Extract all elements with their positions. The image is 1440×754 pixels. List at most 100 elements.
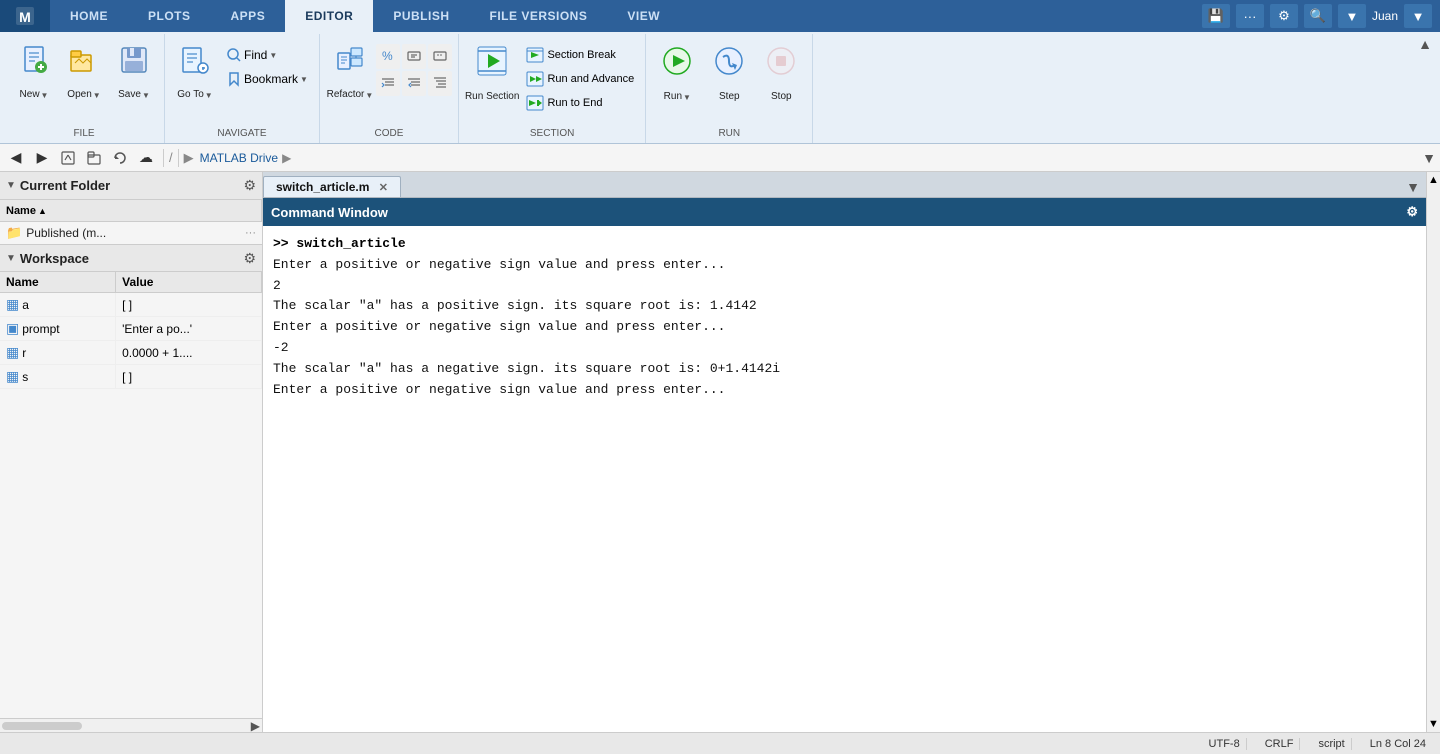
left-panel: ▼ Current Folder ⚙ Name ▲ 📁 Published (m… — [0, 172, 263, 732]
save-label-row[interactable]: Save ▼ — [118, 89, 150, 101]
run-button[interactable] — [652, 40, 702, 89]
outdent-btn[interactable] — [402, 71, 426, 96]
menu-bar: M HOME PLOTS APPS EDITOR PUBLISH FILE VE… — [0, 0, 1440, 32]
ribbon-collapse-btn[interactable]: ▲ — [1414, 34, 1436, 143]
stop-button[interactable] — [756, 40, 806, 89]
comment-btn[interactable] — [402, 44, 426, 69]
tab-apps[interactable]: APPS — [211, 0, 286, 32]
ws-var-value: [ ] — [116, 365, 262, 389]
refresh-btn[interactable] — [108, 147, 132, 169]
run-section-label: Run Section — [465, 91, 519, 103]
var-icon: ▣ — [6, 320, 19, 336]
goto-container: Go To ▼ — [171, 40, 219, 101]
command-line: The scalar "a" has a negative sign. its … — [273, 359, 1416, 380]
table-row[interactable]: ▦r 0.0000 + 1.... — [0, 341, 262, 365]
tab-close-icon[interactable]: ✕ — [379, 182, 388, 194]
tab-plots[interactable]: PLOTS — [128, 0, 211, 32]
ws-var-value: [ ] — [116, 293, 262, 317]
scroll-up-btn[interactable]: ▲ — [1427, 172, 1440, 186]
dropdown-btn[interactable]: ▼ — [1338, 4, 1366, 28]
name-col-header[interactable]: Name ▲ — [0, 200, 262, 221]
user-dropdown-btn[interactable]: ▼ — [1404, 4, 1432, 28]
tab-editor[interactable]: EDITOR — [285, 0, 373, 32]
ws-var-value: 'Enter a po...' — [116, 317, 262, 341]
table-row[interactable]: ▣prompt 'Enter a po...' — [0, 317, 262, 341]
refactor-button[interactable] — [326, 40, 374, 87]
editor-tab-switch-article[interactable]: switch_article.m ✕ — [263, 176, 401, 197]
open-label-row[interactable]: Open ▼ — [67, 89, 100, 101]
run-section-button[interactable] — [467, 40, 517, 89]
section-break-button[interactable]: Section Break — [521, 44, 639, 66]
folder-collapse-arrow[interactable]: ▼ — [6, 180, 16, 191]
new-icon — [19, 45, 49, 82]
run-dropdown-arrow: ▼ — [683, 93, 691, 102]
settings-btn[interactable]: ⚙ — [1270, 4, 1298, 28]
breadcrumb-drive[interactable]: MATLAB Drive — [200, 151, 278, 165]
refactor-label-row[interactable]: Refactor ▼ — [327, 89, 374, 101]
bookmark-dropdown-arrow: ▼ — [300, 75, 308, 84]
breadcrumb: MATLAB Drive ▶ — [200, 151, 292, 165]
open-button[interactable] — [60, 40, 108, 87]
table-row[interactable]: ▦a [ ] — [0, 293, 262, 317]
more-btn[interactable]: ··· — [1236, 4, 1264, 28]
command-window-title: Command Window — [271, 205, 388, 220]
indent-btn[interactable] — [376, 71, 400, 96]
save-quick-btn[interactable]: 💾 — [1202, 4, 1230, 28]
scroll-thumb[interactable] — [2, 722, 82, 730]
percent-btn[interactable]: % — [376, 44, 400, 69]
command-body[interactable]: >> switch_articleEnter a positive or neg… — [263, 226, 1426, 732]
open-dropdown-arrow: ▼ — [93, 91, 101, 100]
command-window: Command Window ⚙ >> switch_articleEnter … — [263, 198, 1426, 732]
back-btn[interactable]: ◀ — [4, 147, 28, 169]
bottom-scroll[interactable]: ▶ — [0, 718, 262, 732]
search-btn[interactable]: 🔍 — [1304, 4, 1332, 28]
step-button[interactable] — [704, 40, 754, 89]
table-row[interactable]: ▦s [ ] — [0, 365, 262, 389]
smart-indent-btn[interactable] — [428, 71, 452, 96]
svg-text:%: % — [382, 49, 393, 63]
scroll-track — [1427, 186, 1440, 718]
tab-home[interactable]: HOME — [50, 0, 128, 32]
path-dropdown-btn[interactable]: ▼ — [1422, 150, 1436, 166]
stop-icon — [765, 45, 797, 84]
run-container: Run ▼ — [652, 40, 702, 103]
run-to-end-button[interactable]: Run to End — [521, 92, 639, 114]
find-button[interactable]: Find ▼ — [221, 44, 313, 66]
run-section-icon — [476, 45, 508, 84]
forward-btn[interactable]: ▶ — [30, 147, 54, 169]
uncomment-btn[interactable] — [428, 44, 452, 69]
workspace-section: Name Value ▦a [ ] ▣prompt 'Enter a po...… — [0, 272, 262, 718]
command-line: >> switch_article — [273, 234, 1416, 255]
save-button[interactable] — [110, 40, 158, 87]
tab-view[interactable]: VIEW — [607, 0, 680, 32]
up-btn[interactable] — [56, 147, 80, 169]
toolbar-right: ▼ — [1422, 150, 1436, 166]
command-line: Enter a positive or negative sign value … — [273, 255, 1416, 276]
ws-value-header[interactable]: Value — [116, 272, 262, 293]
new-button[interactable] — [10, 40, 58, 87]
ws-var-name: ▦s — [0, 365, 116, 389]
bookmark-button[interactable]: Bookmark ▼ — [221, 68, 313, 90]
run-and-advance-button[interactable]: Run and Advance — [521, 68, 639, 90]
browse-btn[interactable] — [82, 147, 106, 169]
right-scrollbar[interactable]: ▲ ▼ — [1426, 172, 1440, 732]
workspace-collapse-arrow[interactable]: ▼ — [6, 253, 16, 264]
workspace-settings-icon[interactable]: ⚙ — [243, 250, 256, 267]
tab-publish[interactable]: PUBLISH — [373, 0, 469, 32]
folder-ellipsis[interactable]: ··· — [245, 227, 256, 239]
folder-settings-icon[interactable]: ⚙ — [243, 177, 256, 194]
goto-label-row[interactable]: Go To ▼ — [177, 89, 212, 101]
published-folder-row[interactable]: 📁 Published (m... ··· — [0, 222, 262, 244]
var-icon: ▦ — [6, 344, 19, 360]
tab-file-versions[interactable]: FILE VERSIONS — [470, 0, 608, 32]
scroll-down-btn[interactable]: ▼ — [1427, 718, 1440, 732]
ws-name-header[interactable]: Name — [0, 272, 116, 293]
goto-button[interactable] — [171, 40, 219, 87]
run-label-row[interactable]: Run ▼ — [664, 91, 691, 103]
cloud-btn[interactable]: ☁ — [134, 147, 158, 169]
scroll-right-arrow[interactable]: ▶ — [251, 719, 260, 733]
command-window-settings-icon[interactable]: ⚙ — [1406, 204, 1418, 220]
new-label-row[interactable]: New ▼ — [20, 89, 49, 101]
editor-tabs-menu[interactable]: ▼ — [1400, 177, 1426, 197]
run-group-label: RUN — [718, 128, 740, 141]
